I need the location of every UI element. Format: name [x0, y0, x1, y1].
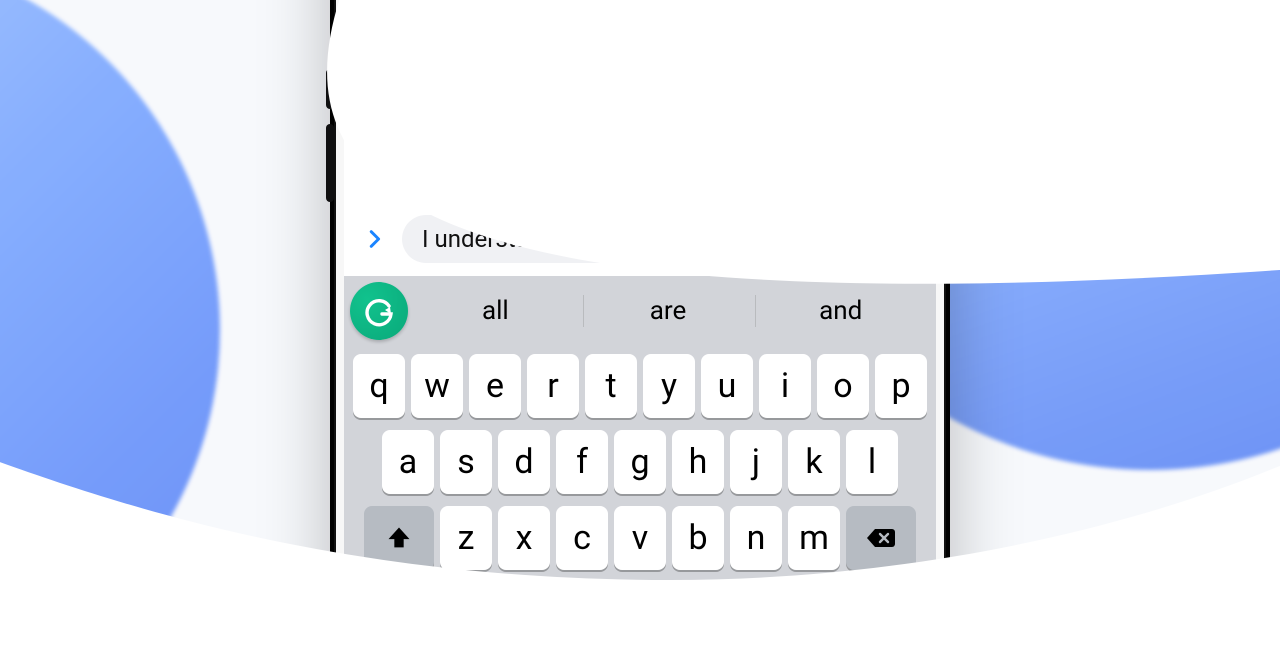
smiley-icon — [823, 222, 857, 256]
phone-power-button — [946, 84, 954, 194]
send-icon — [877, 217, 921, 261]
key-w[interactable]: w — [411, 354, 463, 418]
suggestion-bar: all are and — [344, 276, 936, 346]
key-f[interactable]: f — [556, 430, 608, 494]
chevron-right-icon — [363, 228, 385, 250]
key-row-1: q w e r t y u i o p — [350, 354, 930, 418]
key-z[interactable]: z — [440, 506, 492, 570]
key-globe[interactable] — [440, 582, 496, 646]
suggestion-label: all — [482, 296, 509, 326]
key-r[interactable]: r — [527, 354, 579, 418]
suggestion-label: are — [650, 296, 687, 326]
key-u[interactable]: u — [701, 354, 753, 418]
phone-screen: I understand how busy you a — [344, 0, 936, 660]
key-d[interactable]: d — [498, 430, 550, 494]
expand-button[interactable] — [358, 223, 390, 255]
key-c[interactable]: c — [556, 506, 608, 570]
key-h[interactable]: h — [672, 430, 724, 494]
key-s[interactable]: s — [440, 430, 492, 494]
grammarly-button[interactable] — [350, 282, 408, 340]
key-o[interactable]: o — [817, 354, 869, 418]
key-rows: q w e r t y u i o p a s d — [344, 346, 936, 646]
key-i[interactable]: i — [759, 354, 811, 418]
key-n[interactable]: n — [730, 506, 782, 570]
keyboard: all are and q w e r t y u i o — [344, 276, 936, 660]
message-input[interactable]: I understand how busy you a — [402, 215, 864, 263]
emoji-icon — [515, 599, 545, 629]
grammarly-g-icon — [361, 293, 397, 329]
key-row-bottom: 123 — [350, 582, 930, 646]
key-b[interactable]: b — [672, 506, 724, 570]
phone-side-button — [326, 69, 334, 109]
suggestion-2[interactable]: are — [583, 289, 754, 333]
emoji-button[interactable] — [822, 221, 858, 257]
key-l[interactable]: l — [846, 430, 898, 494]
key-t[interactable]: t — [585, 354, 637, 418]
backspace-icon — [865, 522, 897, 554]
key-shift[interactable] — [364, 506, 434, 570]
key-numeric[interactable]: 123 — [356, 582, 434, 646]
shift-icon — [385, 524, 413, 552]
key-g[interactable]: g — [614, 430, 666, 494]
background-blob-left — [0, 0, 220, 660]
key-emoji[interactable] — [502, 582, 558, 646]
message-input-text: I understand how busy you a — [422, 225, 726, 253]
key-e[interactable]: e — [469, 354, 521, 418]
key-backspace[interactable] — [846, 506, 916, 570]
key-k[interactable]: k — [788, 430, 840, 494]
send-button[interactable] — [876, 216, 922, 262]
globe-icon — [453, 599, 483, 629]
key-a[interactable]: a — [382, 430, 434, 494]
text-caret — [727, 225, 729, 253]
key-q[interactable]: q — [353, 354, 405, 418]
phone-frame: I understand how busy you a — [330, 0, 950, 660]
key-row-3: z x c v b n m — [350, 506, 930, 570]
key-x[interactable]: x — [498, 506, 550, 570]
promo-stage: I understand how busy you a — [0, 0, 1280, 660]
message-composer: I understand how busy you a — [344, 204, 936, 274]
key-m[interactable]: m — [788, 506, 840, 570]
key-y[interactable]: y — [643, 354, 695, 418]
suggestion-3[interactable]: and — [755, 289, 926, 333]
key-row-2: a s d f g h j k l — [350, 430, 930, 494]
key-p[interactable]: p — [875, 354, 927, 418]
key-j[interactable]: j — [730, 430, 782, 494]
suggestion-label: and — [819, 296, 862, 326]
key-v[interactable]: v — [614, 506, 666, 570]
phone-volume-button — [326, 124, 334, 202]
suggestion-1[interactable]: all — [410, 289, 581, 333]
